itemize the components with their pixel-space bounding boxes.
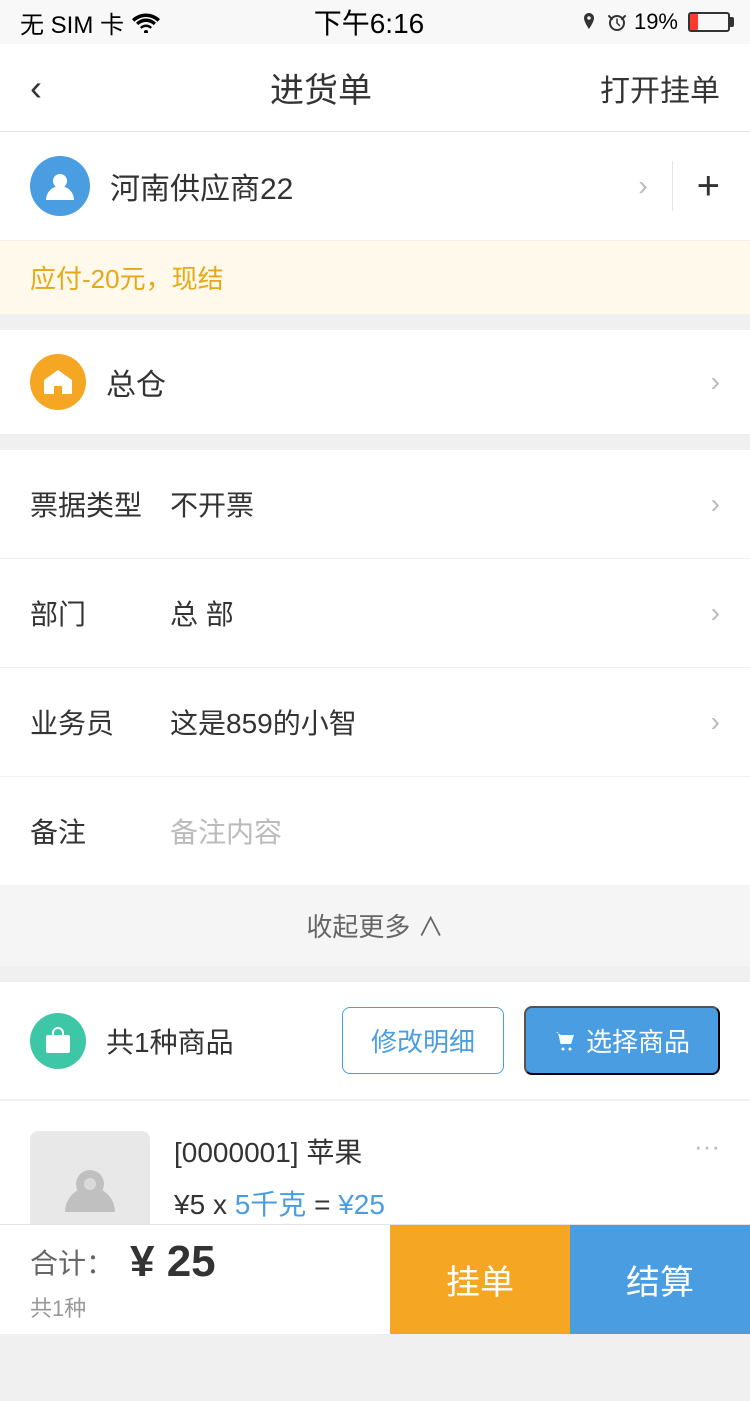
supplier-avatar [30,156,90,216]
warehouse-icon [30,354,86,410]
cart-icon [554,1029,578,1053]
remark-input[interactable]: 备注内容 [150,811,720,851]
supplier-section: 河南供应商22 › + 应付-20元，现结 [0,132,750,314]
salesman-value: 这是859的小智 [150,702,711,742]
location-icon [578,11,600,33]
product-name: [0000001] 苹果 [174,1131,670,1171]
supplier-row[interactable]: 河南供应商22 › + [0,132,750,241]
notice-bar: 应付-20元，现结 [0,241,750,314]
settle-button[interactable]: 结算 [570,1225,750,1334]
invoice-type-label: 票据类型 [30,484,150,524]
salesman-row[interactable]: 业务员 这是859的小智 › [0,668,750,777]
total-label: 合计： [30,1242,114,1282]
battery-indicator [688,12,730,32]
salesman-label: 业务员 [30,702,150,742]
status-time: 下午6:16 [314,2,425,42]
footer-total: 合计： ¥ 25 共1种 [0,1225,390,1334]
department-value: 总 部 [150,593,711,633]
edit-detail-button[interactable]: 修改明细 [342,1007,504,1074]
total-amount: ¥ 25 [130,1237,216,1287]
warehouse-row[interactable]: 总仓 › [0,330,750,434]
shopping-bag-icon [42,1025,74,1057]
select-product-button[interactable]: 选择商品 [524,1006,720,1075]
home-icon [42,366,74,398]
chevron-right-icon: › [711,597,720,629]
add-button[interactable]: + [697,164,720,209]
pend-button[interactable]: 挂单 [390,1225,570,1334]
products-header: 共1种商品 修改明细 选择商品 [0,982,750,1099]
more-button[interactable]: ··· [694,1131,720,1162]
invoice-type-value: 不开票 [150,484,711,524]
invoice-type-row[interactable]: 票据类型 不开票 › [0,450,750,559]
remark-row[interactable]: 备注 备注内容 [0,777,750,885]
wifi-icon [132,11,160,33]
chevron-right-icon: › [711,706,720,738]
department-row[interactable]: 部门 总 部 › [0,559,750,668]
main-content: 河南供应商22 › + 应付-20元，现结 总仓 › 票据类型 不开票 › 部门… [0,132,750,1401]
warehouse-section: 总仓 › [0,330,750,434]
product-placeholder-icon [55,1156,125,1226]
products-icon [30,1013,86,1069]
back-button[interactable]: ‹ [30,67,42,109]
chevron-right-icon: › [711,488,720,520]
footer-total-row: 合计： ¥ 25 [30,1237,360,1287]
product-info: [0000001] 苹果 ¥5 x 5千克 = ¥25 [174,1131,670,1223]
footer: 合计： ¥ 25 共1种 挂单 结算 [0,1224,750,1334]
form-section: 票据类型 不开票 › 部门 总 部 › 业务员 这是859的小智 › 备注 备注… [0,450,750,885]
products-count: 共1种商品 [106,1021,322,1061]
open-pending-button[interactable]: 打开挂单 [600,66,720,110]
chevron-right-icon: › [638,170,647,202]
remark-label: 备注 [30,811,150,851]
collapse-button[interactable]: 收起更多 ∧ [0,885,750,966]
status-right: 19% [578,9,730,35]
product-price: ¥5 x 5千克 = ¥25 [174,1183,670,1223]
user-icon [42,168,78,204]
page-title: 进货单 [270,63,372,112]
alarm-icon [606,11,628,33]
department-label: 部门 [30,593,150,633]
status-carrier: 无 SIM 卡 [20,5,160,40]
supplier-name: 河南供应商22 [110,164,638,208]
warehouse-name: 总仓 [106,360,711,404]
status-bar: 无 SIM 卡 下午6:16 19% [0,0,750,44]
total-sub: 共1种 [30,1291,360,1323]
chevron-right-icon: › [711,366,720,398]
vertical-divider [672,161,673,211]
nav-bar: ‹ 进货单 打开挂单 [0,44,750,132]
